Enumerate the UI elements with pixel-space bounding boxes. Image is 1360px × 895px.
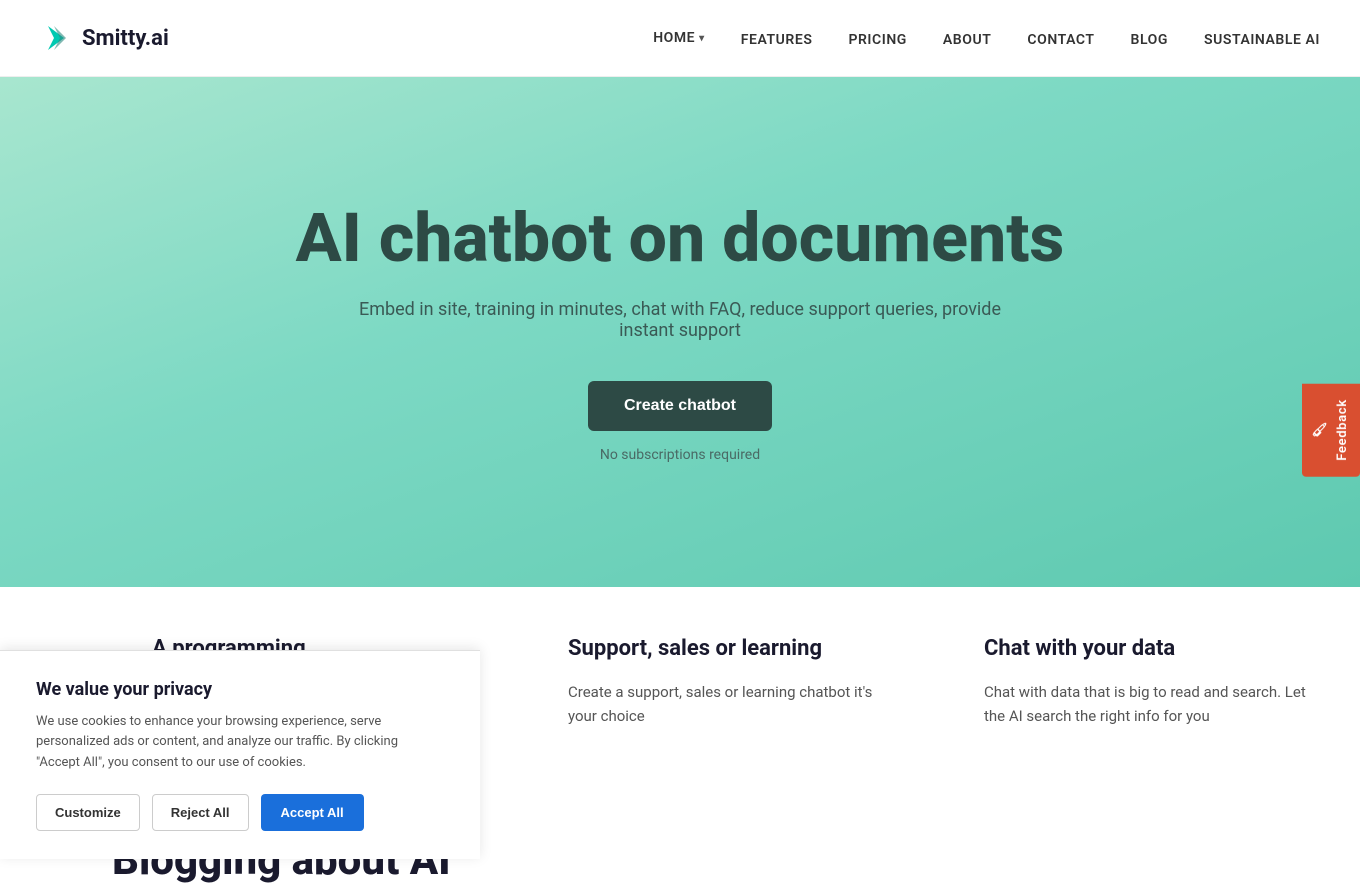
feature-desc-1: Create a support, sales or learning chat… [568, 680, 904, 728]
feature-card-2: Chat with your data Chat with data that … [944, 587, 1360, 816]
feedback-icon: 🖊 [1312, 421, 1327, 438]
hero-heading: AI chatbot on documents [296, 201, 1065, 276]
logo-link[interactable]: Smitty.ai [40, 22, 169, 54]
nav-item-pricing[interactable]: PRICING [848, 29, 906, 48]
cookie-body: We use cookies to enhance your browsing … [36, 712, 444, 774]
cookie-title: We value your privacy [36, 679, 444, 700]
feature-card-1: Support, sales or learning Create a supp… [528, 587, 944, 816]
customize-button[interactable]: Customize [36, 794, 140, 831]
hero-section: AI chatbot on documents Embed in site, t… [0, 77, 1360, 587]
chevron-down-icon: ▾ [699, 33, 705, 44]
logo-icon [40, 22, 72, 54]
cookie-banner: We value your privacy We use cookies to … [0, 650, 480, 859]
create-chatbot-button[interactable]: Create chatbot [588, 381, 772, 431]
nav-item-about[interactable]: ABOUT [943, 29, 992, 48]
nav-item-contact[interactable]: CONTACT [1027, 29, 1094, 48]
nav-item-blog[interactable]: BLOG [1131, 29, 1168, 48]
nav-item-home[interactable]: HOME ▾ [653, 30, 705, 46]
logo-text: Smitty.ai [82, 26, 169, 51]
nav-link-pricing[interactable]: PRICING [848, 32, 906, 48]
feature-title-2: Chat with your data [984, 635, 1320, 664]
feedback-label: Feedback [1335, 399, 1350, 460]
nav-link-about[interactable]: ABOUT [943, 32, 992, 48]
nav-link-features[interactable]: FEATURES [741, 32, 813, 48]
nav-link-home[interactable]: HOME ▾ [653, 30, 705, 46]
accept-all-button[interactable]: Accept All [261, 794, 364, 831]
feature-desc-2: Chat with data that is big to read and s… [984, 680, 1320, 728]
nav-link-blog[interactable]: BLOG [1131, 32, 1168, 48]
reject-all-button[interactable]: Reject All [152, 794, 249, 831]
nav-item-sustainable-ai[interactable]: SUSTAINABLE AI [1204, 29, 1320, 48]
nav-links: HOME ▾ FEATURES PRICING ABOUT CONTACT BL… [653, 29, 1320, 48]
cookie-buttons: Customize Reject All Accept All [36, 794, 444, 831]
nav-link-contact[interactable]: CONTACT [1027, 32, 1094, 48]
hero-subheading: Embed in site, training in minutes, chat… [340, 299, 1020, 341]
nav-link-sustainable-ai[interactable]: SUSTAINABLE AI [1204, 32, 1320, 48]
feature-title-1: Support, sales or learning [568, 635, 904, 664]
navbar: Smitty.ai HOME ▾ FEATURES PRICING ABOUT … [0, 0, 1360, 77]
feedback-tab[interactable]: 🖊 Feedback [1302, 383, 1360, 476]
nav-item-features[interactable]: FEATURES [741, 29, 813, 48]
hero-no-subscription: No subscriptions required [600, 447, 760, 463]
